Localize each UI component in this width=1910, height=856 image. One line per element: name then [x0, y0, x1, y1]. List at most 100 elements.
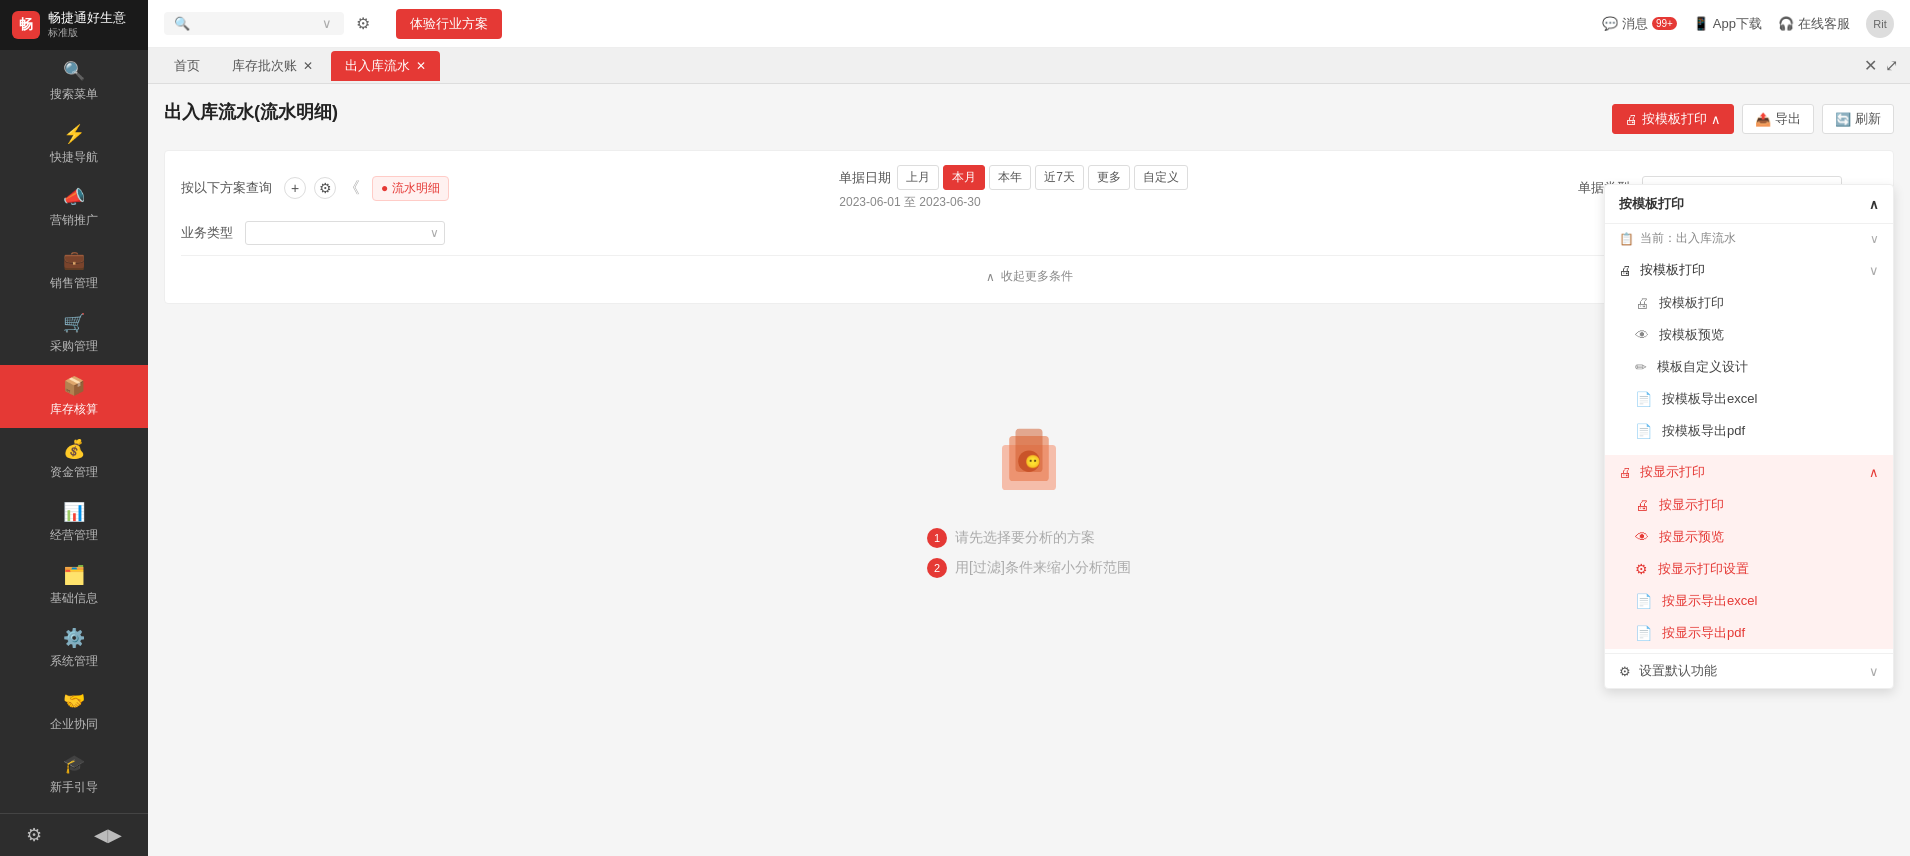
sidebar-item-enterprise[interactable]: 🤝企业协同: [0, 680, 148, 743]
current-template-chevron-icon[interactable]: ∨: [1870, 232, 1879, 246]
tab-flow[interactable]: 出入库流水 ✕: [331, 51, 440, 81]
close-window-icon[interactable]: ✕: [1864, 56, 1877, 75]
marketing-label: 营销推广: [50, 212, 98, 229]
dropdown-item-template_pdf[interactable]: 📄按模板导出pdf: [1605, 415, 1893, 447]
default-settings-icon: ⚙: [1619, 664, 1631, 679]
logo-text-block: 畅捷通好生意 标准版: [48, 10, 126, 40]
avatar[interactable]: Rit: [1866, 10, 1894, 38]
filter-config-button[interactable]: ⚙: [314, 177, 336, 199]
sidebar-item-inventory[interactable]: 📦库存核算: [0, 365, 148, 428]
tab-home[interactable]: 首页: [160, 51, 214, 81]
export-icon: 📤: [1755, 112, 1771, 127]
sidebar-item-basic[interactable]: 🗂️基础信息: [0, 554, 148, 617]
current-template-label: 当前：出入库流水: [1640, 230, 1736, 247]
maximize-window-icon[interactable]: ⤢: [1885, 56, 1898, 75]
sidebar-item-purchase[interactable]: 🛒 采购管理: [0, 302, 148, 365]
search-icon: 🔍: [174, 16, 190, 31]
tab-flow-label: 出入库流水: [345, 57, 410, 75]
template_print-label: 按模板打印: [1659, 294, 1724, 312]
filter-add-button[interactable]: +: [284, 177, 306, 199]
step1-text: 请先选择要分析的方案: [955, 529, 1095, 547]
display-section-chevron-icon: ∧: [1869, 465, 1879, 480]
display_pdf-label: 按显示导出pdf: [1662, 624, 1745, 642]
sidebar-item-operation[interactable]: 📊经营管理: [0, 491, 148, 554]
search-label: 搜索菜单: [50, 86, 98, 103]
sidebar-item-appstore[interactable]: 📱应用中心: [0, 806, 148, 813]
search-input[interactable]: [196, 17, 316, 31]
date-btn-more[interactable]: 更多: [1088, 165, 1130, 190]
dropdown-item-template_custom[interactable]: ✏模板自定义设计: [1605, 351, 1893, 383]
refresh-icon: 🔄: [1835, 112, 1851, 127]
template_excel-label: 按模板导出excel: [1662, 390, 1757, 408]
export-button[interactable]: 📤 导出: [1742, 104, 1814, 134]
dropdown-chevron-up-icon[interactable]: ∧: [1869, 197, 1879, 212]
filter-tag-label: 流水明细: [392, 180, 440, 197]
finance-label: 资金管理: [50, 464, 98, 481]
template-section-header[interactable]: 🖨 按模板打印 ∨: [1605, 253, 1893, 287]
date-btn-last7[interactable]: 近7天: [1035, 165, 1084, 190]
display_excel-icon: 📄: [1635, 593, 1652, 609]
print-button[interactable]: 🖨 按模板打印 ∧: [1612, 104, 1734, 134]
collapse-sidebar-icon[interactable]: ◀▶: [94, 824, 122, 846]
sidebar-item-sales[interactable]: 💼销售管理: [0, 239, 148, 302]
date-btn-current_year[interactable]: 本年: [989, 165, 1031, 190]
tab-flow-close-icon[interactable]: ✕: [416, 59, 426, 73]
filter-tag-icon: ●: [381, 181, 388, 195]
tab-batch-label: 库存批次账: [232, 57, 297, 75]
refresh-button-label: 刷新: [1855, 110, 1881, 128]
purchase-icon: 🛒: [63, 312, 85, 334]
display_preview-icon: 👁: [1635, 529, 1649, 545]
dropdown-header: 按模板打印 ∧: [1605, 185, 1893, 224]
display_settings-icon: ⚙: [1635, 561, 1648, 577]
logo-icon: 畅: [12, 11, 40, 39]
date-label: 单据日期: [839, 169, 891, 187]
active-filter-tag[interactable]: ● 流水明细: [372, 176, 449, 201]
sales-icon: 💼: [63, 249, 85, 271]
dropdown-footer[interactable]: ⚙ 设置默认功能 ∨: [1605, 653, 1893, 688]
date-btn-prev_month[interactable]: 上月: [897, 165, 939, 190]
search-chevron-icon[interactable]: ∨: [322, 16, 332, 31]
message-label: 消息: [1622, 15, 1648, 33]
sidebar-item-shortcut[interactable]: ⚡快捷导航: [0, 113, 148, 176]
tab-batch-close-icon[interactable]: ✕: [303, 59, 313, 73]
dropdown-item-display_excel[interactable]: 📄按显示导出excel: [1605, 585, 1893, 617]
main-area: 🔍 ∨ ⚙ 体验行业方案 💬 消息 99+ 📱 App下载 🎧 在线客服 Rit: [148, 0, 1910, 856]
topbar-actions: 体验行业方案: [396, 9, 502, 39]
settings-icon[interactable]: ⚙: [26, 824, 42, 846]
sidebar-item-finance[interactable]: 💰资金管理: [0, 428, 148, 491]
date-btn-custom[interactable]: 自定义: [1134, 165, 1188, 190]
dropdown-item-template_excel[interactable]: 📄按模板导出excel: [1605, 383, 1893, 415]
industry-solution-button[interactable]: 体验行业方案: [396, 9, 502, 39]
filter-collapse-icon[interactable]: 《: [344, 178, 360, 199]
display-section-header[interactable]: 🖨 按显示打印 ∧: [1605, 455, 1893, 489]
date-btn-current_month[interactable]: 本月: [943, 165, 985, 190]
sidebar-item-system[interactable]: ⚙️系统管理: [0, 617, 148, 680]
dropdown-item-template_print[interactable]: 🖨按模板打印: [1605, 287, 1893, 319]
current-template-icon: 📋: [1619, 232, 1634, 246]
settings-gear-icon[interactable]: ⚙: [356, 14, 370, 33]
sidebar-item-marketing[interactable]: 📣营销推广: [0, 176, 148, 239]
template_preview-icon: 👁: [1635, 327, 1649, 343]
business-type-select[interactable]: [245, 221, 445, 245]
dropdown-item-template_preview[interactable]: 👁按模板预览: [1605, 319, 1893, 351]
dropdown-item-display_settings[interactable]: ⚙按显示打印设置: [1605, 553, 1893, 585]
sidebar-item-search[interactable]: 🔍搜索菜单: [0, 50, 148, 113]
purchase-label: 采购管理: [50, 338, 98, 355]
empty-illustration: 😶: [984, 418, 1074, 508]
dropdown-item-display_print[interactable]: 🖨按显示打印: [1605, 489, 1893, 521]
template_custom-icon: ✏: [1635, 359, 1647, 375]
online-service-item[interactable]: 🎧 在线客服: [1778, 15, 1850, 33]
refresh-button[interactable]: 🔄 刷新: [1822, 104, 1894, 134]
empty-step-1: 1 请先选择要分析的方案: [927, 528, 1131, 548]
tab-batch[interactable]: 库存批次账 ✕: [218, 51, 327, 81]
shortcut-label: 快捷导航: [50, 149, 98, 166]
date-filter: 单据日期 上月本月本年近7天更多自定义: [839, 165, 1188, 190]
print-button-label: 按模板打印: [1642, 110, 1707, 128]
default-settings-label: 设置默认功能: [1639, 662, 1717, 680]
sidebar-item-guide[interactable]: 🎓新手引导: [0, 743, 148, 806]
dropdown-item-display_preview[interactable]: 👁按显示预览: [1605, 521, 1893, 553]
app-download-item[interactable]: 📱 App下载: [1693, 15, 1762, 33]
message-item[interactable]: 💬 消息 99+: [1602, 15, 1677, 33]
enterprise-label: 企业协同: [50, 716, 98, 733]
dropdown-item-display_pdf[interactable]: 📄按显示导出pdf: [1605, 617, 1893, 649]
